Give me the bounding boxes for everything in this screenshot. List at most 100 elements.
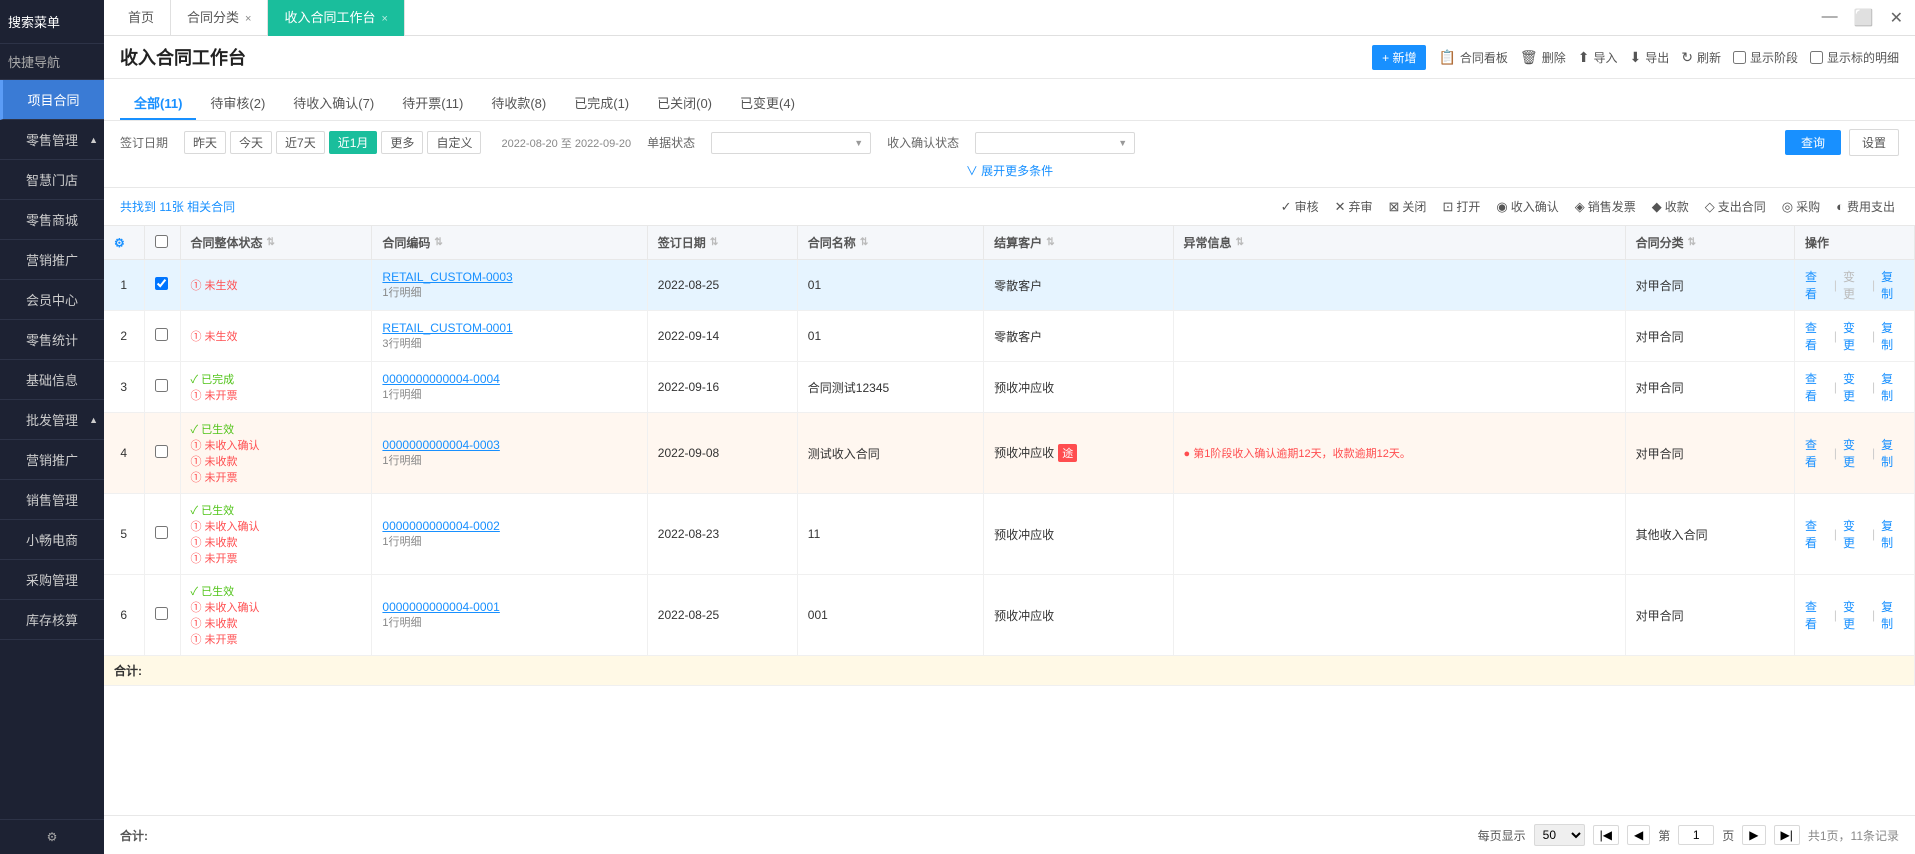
doc-status-select[interactable]	[711, 132, 871, 154]
contract-board-btn[interactable]: 📋 合同看板	[1438, 49, 1507, 66]
settings-button[interactable]: 设置	[1849, 129, 1899, 156]
sidebar-search[interactable]: 搜索菜单	[0, 0, 104, 44]
date-btn-昨天[interactable]: 昨天	[184, 131, 226, 154]
tab-home[interactable]: 首页	[112, 0, 171, 36]
cell-checkbox[interactable]	[144, 413, 180, 494]
action-btn-income-confirm[interactable]: ◉收入确认	[1492, 196, 1562, 217]
sort-abnormal-icon[interactable]: ⇅	[1236, 237, 1244, 248]
show-fields-checkbox[interactable]: 显示阶段	[1733, 49, 1798, 66]
op-btn-变更-0[interactable]: 变更	[1843, 268, 1866, 302]
add-button[interactable]: + 新增	[1372, 45, 1426, 70]
op-btn-变更-4[interactable]: 变更	[1843, 517, 1866, 551]
filter-tab-all[interactable]: 全部(11)	[120, 87, 196, 120]
delete-btn[interactable]: 🗑 删除	[1520, 49, 1566, 66]
expand-conditions-btn[interactable]: ∨ 展开更多条件	[966, 164, 1053, 178]
contract-code-link[interactable]: RETAIL_CUSTOM-0003	[382, 270, 512, 284]
action-btn-close[interactable]: ⊠关闭	[1385, 196, 1431, 217]
last-page-btn[interactable]: ▶|	[1774, 825, 1800, 845]
sidebar-item-wholesale-mgmt[interactable]: 批发管理	[0, 400, 104, 440]
filter-tab-changed[interactable]: 已变更(4)	[726, 87, 809, 120]
op-btn-查看-0[interactable]: 查看	[1805, 268, 1828, 302]
contract-code-link[interactable]: 0000000000004-0003	[382, 438, 499, 452]
sidebar-item-sales-mgmt[interactable]: 销售管理	[0, 480, 104, 520]
op-btn-复制-0[interactable]: 复制	[1881, 268, 1904, 302]
row-checkbox-0[interactable]	[155, 277, 168, 290]
cell-checkbox[interactable]	[144, 575, 180, 656]
op-btn-变更-2[interactable]: 变更	[1843, 370, 1866, 404]
date-btn-自定义[interactable]: 自定义	[427, 131, 481, 154]
sidebar-item-retail-mgmt[interactable]: 零售管理	[0, 120, 104, 160]
export-btn[interactable]: ⬇ 导出	[1629, 49, 1669, 66]
filter-tab-pending-invoice[interactable]: 待开票(11)	[388, 87, 477, 120]
first-page-btn[interactable]: |◀	[1593, 825, 1619, 845]
sort-category-icon[interactable]: ⇅	[1688, 237, 1696, 248]
sort-sign-date-icon[interactable]: ⇅	[710, 237, 718, 248]
page-size-select[interactable]: 50 20 100	[1534, 824, 1585, 846]
op-btn-变更-5[interactable]: 变更	[1843, 598, 1866, 632]
select-all-checkbox[interactable]	[155, 235, 168, 248]
row-checkbox-5[interactable]	[155, 607, 168, 620]
page-input[interactable]	[1678, 825, 1714, 845]
sort-customer-icon[interactable]: ⇅	[1046, 237, 1054, 248]
op-btn-查看-5[interactable]: 查看	[1805, 598, 1828, 632]
op-btn-复制-3[interactable]: 复制	[1881, 436, 1904, 470]
import-btn[interactable]: ⬆ 导入	[1578, 49, 1618, 66]
tab-close-income-contract[interactable]: ×	[381, 13, 387, 25]
sidebar-quicknav[interactable]: 快捷导航	[0, 44, 104, 80]
action-btn-collect[interactable]: ◆收款	[1648, 196, 1693, 217]
sort-status-icon[interactable]: ⇅	[267, 237, 275, 248]
tab-income-contract[interactable]: 收入合同工作台×	[268, 0, 404, 36]
action-btn-expense-out[interactable]: ◐费用支出	[1832, 196, 1899, 217]
action-btn-review[interactable]: ✓审核	[1277, 196, 1323, 217]
prev-page-btn[interactable]: ◀	[1627, 825, 1650, 845]
cell-checkbox[interactable]	[144, 260, 180, 311]
row-checkbox-1[interactable]	[155, 328, 168, 341]
sidebar-item-xiaochangec[interactable]: 小畅电商	[0, 520, 104, 560]
sidebar-item-base-info[interactable]: 基础信息	[0, 360, 104, 400]
sidebar-item-inventory[interactable]: 库存核算	[0, 600, 104, 640]
next-page-btn[interactable]: ▶	[1742, 825, 1765, 845]
sidebar-item-project[interactable]: 项目合同	[0, 80, 104, 120]
date-btn-今天[interactable]: 今天	[230, 131, 272, 154]
filter-tab-closed[interactable]: 已关闭(0)	[643, 87, 726, 120]
sidebar-settings-icon[interactable]: ⚙	[0, 819, 104, 854]
show-details-checkbox[interactable]: 显示标的明细	[1810, 49, 1899, 66]
sidebar-item-member[interactable]: 会员中心	[0, 280, 104, 320]
cell-checkbox[interactable]	[144, 362, 180, 413]
filter-tab-completed[interactable]: 已完成(1)	[560, 87, 643, 120]
show-details-input[interactable]	[1810, 51, 1823, 64]
date-btn-更多[interactable]: 更多	[381, 131, 423, 154]
tab-contract-cat[interactable]: 合同分类×	[171, 0, 268, 36]
settings-col-icon[interactable]: ⚙	[114, 236, 125, 250]
op-btn-查看-2[interactable]: 查看	[1805, 370, 1828, 404]
cell-checkbox[interactable]	[144, 494, 180, 575]
sidebar-item-smart-store[interactable]: 智慧门店	[0, 160, 104, 200]
action-btn-payout-contract[interactable]: ◇支出合同	[1701, 196, 1770, 217]
sidebar-item-retail-stats[interactable]: 零售统计	[0, 320, 104, 360]
op-btn-查看-3[interactable]: 查看	[1805, 436, 1828, 470]
sidebar-item-retail-mall[interactable]: 零售商城	[0, 200, 104, 240]
sidebar-item-purchase[interactable]: 采购管理	[0, 560, 104, 600]
op-btn-复制-1[interactable]: 复制	[1881, 319, 1904, 353]
op-btn-查看-4[interactable]: 查看	[1805, 517, 1828, 551]
show-fields-input[interactable]	[1733, 51, 1746, 64]
maximize-btn[interactable]: ⬜	[1850, 8, 1878, 28]
date-btn-近1月[interactable]: 近1月	[329, 131, 378, 154]
op-btn-变更-3[interactable]: 变更	[1843, 436, 1866, 470]
close-btn[interactable]: ✕	[1886, 8, 1907, 28]
filter-tab-pending-collect[interactable]: 待收款(8)	[477, 87, 560, 120]
op-btn-变更-1[interactable]: 变更	[1843, 319, 1866, 353]
contract-code-link[interactable]: 0000000000004-0002	[382, 519, 499, 533]
cell-checkbox[interactable]	[144, 311, 180, 362]
income-confirm-select[interactable]	[975, 132, 1135, 154]
row-checkbox-2[interactable]	[155, 379, 168, 392]
filter-tab-pending-income-confirm[interactable]: 待收入确认(7)	[279, 87, 388, 120]
row-checkbox-4[interactable]	[155, 526, 168, 539]
sidebar-item-marketing[interactable]: 营销推广	[0, 240, 104, 280]
minimize-btn[interactable]: —	[1818, 8, 1842, 28]
refresh-btn[interactable]: ↻ 刷新	[1681, 49, 1721, 66]
row-checkbox-3[interactable]	[155, 445, 168, 458]
sort-name-icon[interactable]: ⇅	[860, 237, 868, 248]
tab-close-contract-cat[interactable]: ×	[245, 13, 251, 25]
action-btn-abandon[interactable]: ✕弃审	[1331, 196, 1377, 217]
